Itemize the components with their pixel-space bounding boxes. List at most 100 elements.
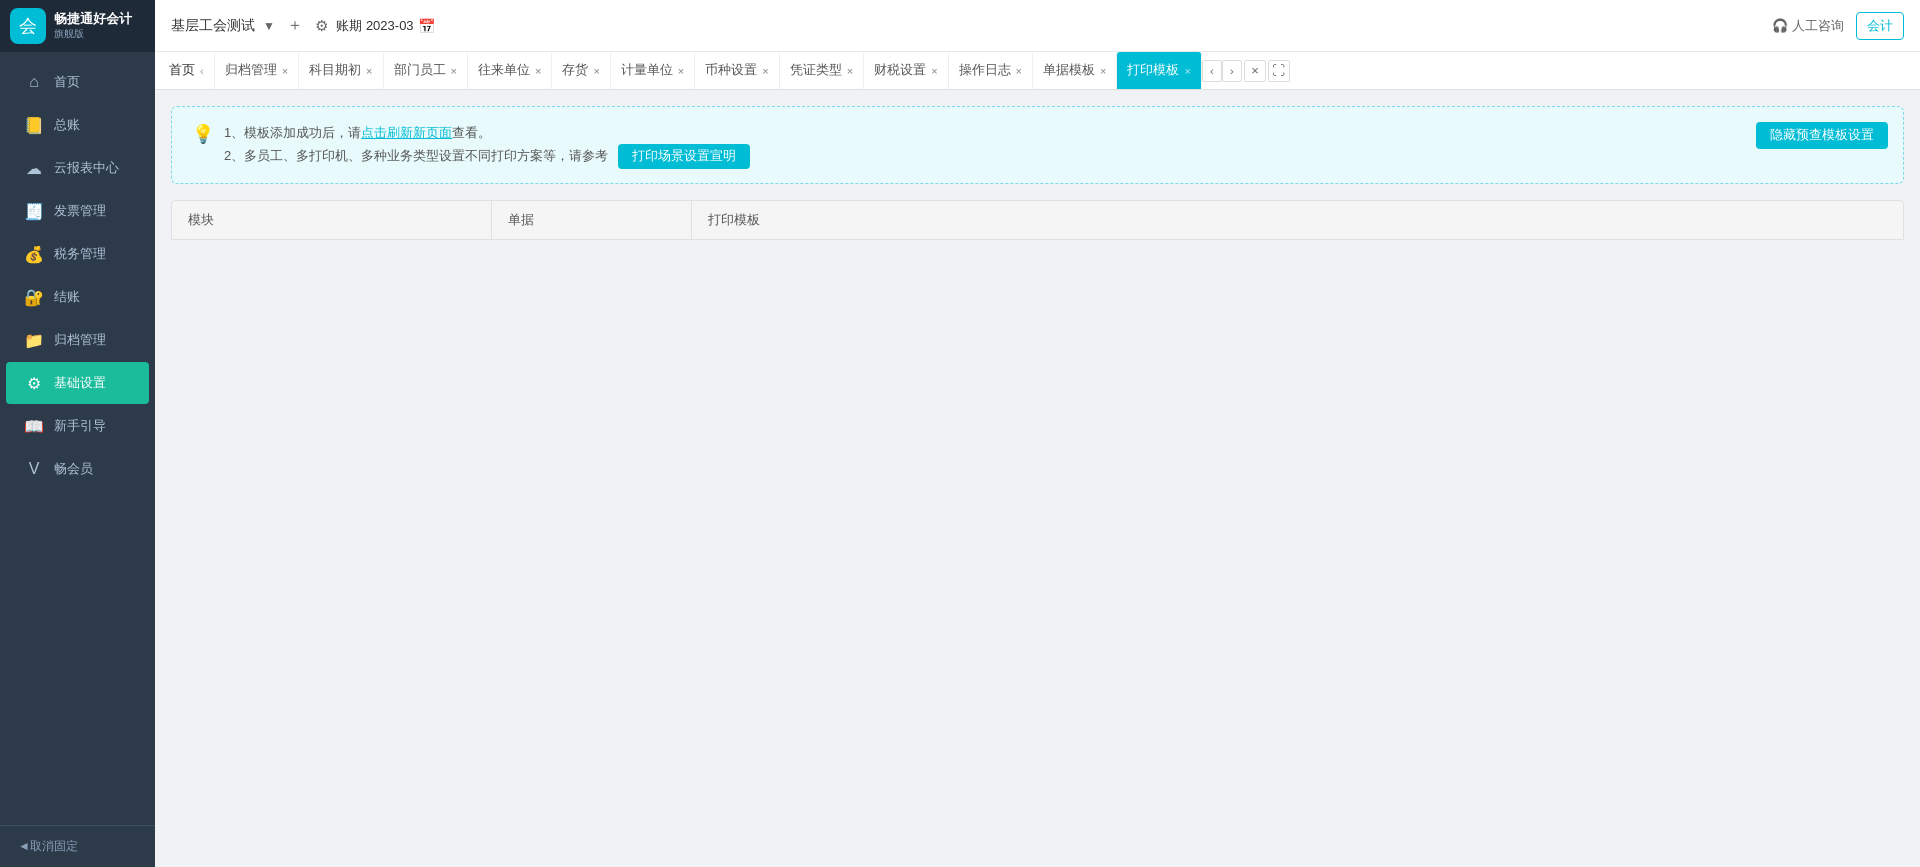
tab-danjutemplate[interactable]: 单据模板 × — [1033, 52, 1117, 90]
tab-close-archive[interactable]: × — [282, 65, 288, 77]
nav-label-home: 首页 — [54, 73, 80, 91]
nav-icon-settings: ⚙ — [24, 373, 44, 393]
tab-label-unit: 计量单位 — [621, 62, 673, 79]
refresh-link[interactable]: 点击刷新新页面 — [361, 125, 452, 140]
tab-oplog[interactable]: 操作日志 × — [949, 52, 1033, 90]
logo-icon: 会 — [10, 8, 46, 44]
settings-icon[interactable]: ⚙ — [315, 17, 328, 35]
customer-service-button[interactable]: 🎧 人工咨询 — [1772, 17, 1844, 35]
nav-label-guide: 新手引导 — [54, 417, 106, 435]
tab-close-oplog[interactable]: × — [1016, 65, 1022, 77]
nav-label-reports: 云报表中心 — [54, 159, 119, 177]
tab-label-department: 部门员工 — [394, 62, 446, 79]
tab-home[interactable]: 首页 ‹ — [159, 52, 215, 90]
sidebar-item-invoice[interactable]: 🧾 发票管理 — [6, 190, 149, 232]
nav-label-tax: 税务管理 — [54, 245, 106, 263]
nav-label-ledger: 总账 — [54, 116, 80, 134]
header-left: 基层工会测试 ▼ ＋ ⚙ 账期 2023-03 📅 — [171, 13, 435, 38]
tab-close-inventory[interactable]: × — [593, 65, 599, 77]
content-area: 隐藏预查模板设置 💡 1、模板添加成功后，请点击刷新新页面查看。 2、多员工、多… — [155, 90, 1920, 867]
tab-label-archive: 归档管理 — [225, 62, 277, 79]
nav-icon-tax: 💰 — [24, 244, 44, 264]
table-col-danju: 单据 — [492, 201, 692, 239]
sidebar: 会 畅捷通好会计 旗舰版 ⌂ 首页 📒 总账 ☁ 云报表中心 🧾 发票管理 💰 … — [0, 0, 155, 867]
add-tab-button[interactable]: ＋ — [283, 13, 307, 38]
tab-label-subject: 科目期初 — [309, 62, 361, 79]
sidebar-item-settings[interactable]: ⚙ 基础设置 — [6, 362, 149, 404]
tab-inventory[interactable]: 存货 × — [552, 52, 610, 90]
main-area: 基层工会测试 ▼ ＋ ⚙ 账期 2023-03 📅 🎧 人工咨询 会计 首页 ‹ 归… — [155, 0, 1920, 867]
nav-icon-invoice: 🧾 — [24, 201, 44, 221]
period-label: 账期 2023-03 📅 — [336, 17, 435, 35]
tab-close-currency[interactable]: × — [762, 65, 768, 77]
sidebar-item-closing[interactable]: 🔐 结账 — [6, 276, 149, 318]
tab-printtemplate[interactable]: 打印模板 × — [1117, 52, 1201, 90]
tab-close-danjutemplate[interactable]: × — [1100, 65, 1106, 77]
table-col-template: 打印模板 — [692, 201, 1903, 239]
nav-icon-reports: ☁ — [24, 158, 44, 178]
nav-icon-guide: 📖 — [24, 416, 44, 436]
nav-label-member: 畅会员 — [54, 460, 93, 478]
notice-line1: 1、模板添加成功后，请点击刷新新页面查看。 — [224, 121, 750, 144]
tab-label-danjutemplate: 单据模板 — [1043, 62, 1095, 79]
tab-next-button[interactable]: › — [1222, 60, 1242, 82]
tab-close-all-button[interactable]: × — [1244, 60, 1266, 82]
sidebar-item-archive[interactable]: 📁 归档管理 — [6, 319, 149, 361]
tab-archive[interactable]: 归档管理 × — [215, 52, 299, 90]
company-name: 基层工会测试 — [171, 17, 255, 35]
nav-label-closing: 结账 — [54, 288, 80, 306]
tab-label-currency: 币种设置 — [705, 62, 757, 79]
sidebar-logo: 会 畅捷通好会计 旗舰版 — [0, 0, 155, 52]
table-col-module: 模块 — [172, 201, 492, 239]
tab-expand-button[interactable]: ⛶ — [1268, 60, 1290, 82]
nav-icon-ledger: 📒 — [24, 115, 44, 135]
nav-icon-closing: 🔐 — [24, 287, 44, 307]
sidebar-item-reports[interactable]: ☁ 云报表中心 — [6, 147, 149, 189]
sidebar-item-guide[interactable]: 📖 新手引导 — [6, 405, 149, 447]
notice-bulb-icon: 💡 — [192, 123, 214, 145]
sidebar-item-ledger[interactable]: 📒 总账 — [6, 104, 149, 146]
tab-close-department[interactable]: × — [451, 65, 457, 77]
notice-row: 💡 1、模板添加成功后，请点击刷新新页面查看。 2、多员工、多打印机、多种业务类… — [192, 121, 1883, 169]
headset-icon: 🎧 — [1772, 18, 1788, 33]
sidebar-unpin[interactable]: ◄取消固定 — [0, 825, 155, 867]
tab-close-subject[interactable]: × — [366, 65, 372, 77]
tab-subject[interactable]: 科目期初 × — [299, 52, 383, 90]
calendar-icon[interactable]: 📅 — [418, 18, 435, 34]
tab-supplier[interactable]: 往来单位× — [468, 52, 552, 90]
tab-voucher[interactable]: 凭证类型 × — [780, 52, 864, 90]
table-header: 模块单据打印模板 — [171, 200, 1904, 240]
header-right: 🎧 人工咨询 会计 — [1772, 12, 1904, 40]
tab-label-oplog: 操作日志 — [959, 62, 1011, 79]
tab-label-inventory: 存货 — [562, 62, 588, 79]
hide-preview-button[interactable]: 隐藏预查模板设置 — [1756, 122, 1888, 149]
sidebar-nav: ⌂ 首页 📒 总账 ☁ 云报表中心 🧾 发票管理 💰 税务管理 🔐 结账 📁 归… — [0, 52, 155, 825]
company-dropdown-arrow[interactable]: ▼ — [263, 19, 275, 33]
sidebar-item-member[interactable]: V 畅会员 — [6, 448, 149, 490]
tab-bar: 首页‹归档管理×科目期初×部门员工×往来单位×存货×计量单位×币种设置×凭证类型… — [155, 52, 1920, 90]
content-wrapper: 隐藏预查模板设置 💡 1、模板添加成功后，请点击刷新新页面查看。 2、多员工、多… — [171, 106, 1904, 240]
tab-label-voucher: 凭证类型 — [790, 62, 842, 79]
tab-department[interactable]: 部门员工 × — [384, 52, 468, 90]
tab-label-printtemplate: 打印模板 — [1127, 62, 1179, 79]
sidebar-item-tax[interactable]: 💰 税务管理 — [6, 233, 149, 275]
period-value: 2023-03 — [366, 18, 414, 33]
tab-close-supplier[interactable]: × — [535, 65, 541, 77]
tab-close-unit[interactable]: × — [678, 65, 684, 77]
tab-unit[interactable]: 计量单位 × — [611, 52, 695, 90]
top-header: 基层工会测试 ▼ ＋ ⚙ 账期 2023-03 📅 🎧 人工咨询 会计 — [155, 0, 1920, 52]
notice-text: 1、模板添加成功后，请点击刷新新页面查看。 2、多员工、多打印机、多种业务类型设… — [224, 121, 750, 169]
kuaiji-button[interactable]: 会计 — [1856, 12, 1904, 40]
tab-close-voucher[interactable]: × — [847, 65, 853, 77]
tab-currency[interactable]: 币种设置 × — [695, 52, 779, 90]
tab-arrow-home: ‹ — [200, 65, 204, 77]
tab-prev-button[interactable]: ‹ — [1202, 60, 1222, 82]
tab-close-printtemplate[interactable]: × — [1184, 65, 1190, 77]
logo-title: 畅捷通好会计 — [54, 11, 132, 28]
logo-text: 畅捷通好会计 旗舰版 — [54, 11, 132, 42]
tab-taxsettings[interactable]: 财税设置× — [864, 52, 948, 90]
tab-close-taxsettings[interactable]: × — [931, 65, 937, 77]
sidebar-item-home[interactable]: ⌂ 首页 — [6, 61, 149, 103]
tab-label-home: 首页 — [169, 62, 195, 79]
print-scene-button[interactable]: 打印场景设置宣明 — [618, 144, 750, 169]
